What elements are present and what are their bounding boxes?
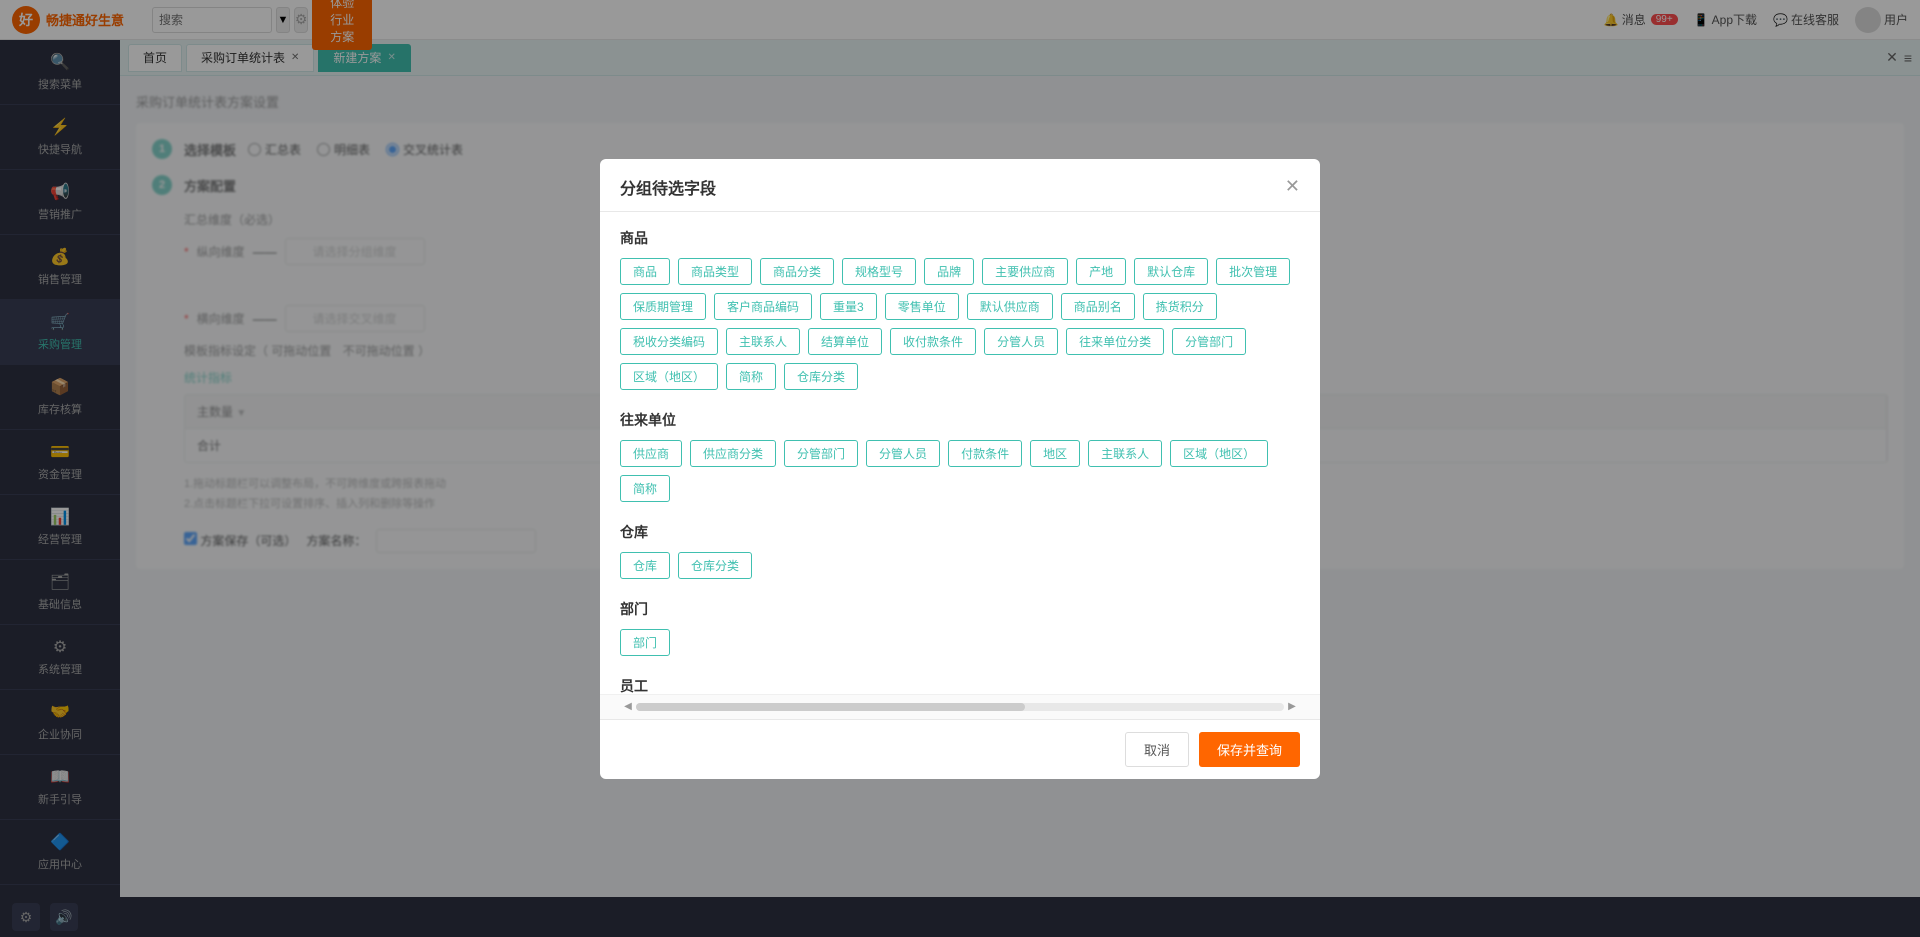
- modal-dialog: 分组待选字段 ✕ 商品商品商品类型商品分类规格型号品牌主要供应商产地默认仓库批次…: [600, 159, 1320, 779]
- field-tag-分管部门[interactable]: 分管部门: [784, 440, 858, 467]
- hscroll-left-arrow[interactable]: ◀: [620, 699, 636, 715]
- field-tag-税收分类编码[interactable]: 税收分类编码: [620, 328, 718, 355]
- section-title-product: 商品: [620, 228, 1300, 248]
- field-tag-供应商[interactable]: 供应商: [620, 440, 682, 467]
- field-tag-供应商分类[interactable]: 供应商分类: [690, 440, 776, 467]
- field-tag-默认仓库[interactable]: 默认仓库: [1134, 258, 1208, 285]
- field-tags-product: 商品商品类型商品分类规格型号品牌主要供应商产地默认仓库批次管理保质期管理客户商品…: [620, 258, 1300, 390]
- field-tag-主联系人[interactable]: 主联系人: [1088, 440, 1162, 467]
- field-section-partner: 往来单位供应商供应商分类分管部门分管人员付款条件地区主联系人区域（地区） 简称: [620, 410, 1300, 502]
- modal-overlay: 分组待选字段 ✕ 商品商品商品类型商品分类规格型号品牌主要供应商产地默认仓库批次…: [0, 0, 1920, 937]
- modal-title: 分组待选字段: [620, 175, 716, 199]
- modal-body[interactable]: 商品商品商品类型商品分类规格型号品牌主要供应商产地默认仓库批次管理保质期管理客户…: [600, 212, 1320, 694]
- field-tag-区域（地区）[interactable]: 区域（地区）: [620, 363, 718, 390]
- modal-close-button[interactable]: ✕: [1285, 176, 1300, 197]
- modal-horizontal-scrollbar[interactable]: ◀ ▶: [600, 694, 1320, 719]
- field-section-department: 部门部门: [620, 599, 1300, 656]
- hscroll-right-arrow[interactable]: ▶: [1284, 699, 1300, 715]
- modal-save-button[interactable]: 保存并查询: [1199, 732, 1300, 767]
- field-tag-客户商品编码[interactable]: 客户商品编码: [714, 293, 812, 320]
- field-tag-零售单位[interactable]: 零售单位: [885, 293, 959, 320]
- modal-header: 分组待选字段 ✕: [600, 159, 1320, 212]
- hscroll-track: [636, 703, 1284, 711]
- section-title-department: 部门: [620, 599, 1300, 619]
- field-tag-拣货积分[interactable]: 拣货积分: [1143, 293, 1217, 320]
- field-tag-往来单位分类[interactable]: 往来单位分类: [1066, 328, 1164, 355]
- field-tag-保质期管理[interactable]: 保质期管理: [620, 293, 706, 320]
- field-tag-商品类型[interactable]: 商品类型: [678, 258, 752, 285]
- modal-footer: 取消 保存并查询: [600, 719, 1320, 779]
- field-tag-简称[interactable]: 简称: [620, 475, 670, 502]
- field-tag-结算单位[interactable]: 结算单位: [808, 328, 882, 355]
- field-tag-产地[interactable]: 产地: [1076, 258, 1126, 285]
- field-tag-商品[interactable]: 商品: [620, 258, 670, 285]
- section-title-partner: 往来单位: [620, 410, 1300, 430]
- field-tag-默认供应商[interactable]: 默认供应商: [967, 293, 1053, 320]
- field-tags-department: 部门: [620, 629, 1300, 656]
- field-tag-重量3[interactable]: 重量3: [820, 293, 877, 320]
- field-tag-批次管理[interactable]: 批次管理: [1216, 258, 1290, 285]
- field-tag-仓库分类[interactable]: 仓库分类: [784, 363, 858, 390]
- field-tag-分管人员[interactable]: 分管人员: [866, 440, 940, 467]
- field-tags-partner: 供应商供应商分类分管部门分管人员付款条件地区主联系人区域（地区） 简称: [620, 440, 1300, 502]
- field-tag-仓库分类[interactable]: 仓库分类: [678, 552, 752, 579]
- field-tag-商品分类[interactable]: 商品分类: [760, 258, 834, 285]
- field-tag-地区[interactable]: 地区: [1030, 440, 1080, 467]
- field-tag-品牌[interactable]: 品牌: [924, 258, 974, 285]
- field-tag-主要供应商[interactable]: 主要供应商: [982, 258, 1068, 285]
- field-section-warehouse: 仓库仓库仓库分类: [620, 522, 1300, 579]
- field-tag-区域（地区）[interactable]: 区域（地区）: [1170, 440, 1268, 467]
- field-section-product: 商品商品商品类型商品分类规格型号品牌主要供应商产地默认仓库批次管理保质期管理客户…: [620, 228, 1300, 390]
- field-tag-简称[interactable]: 简称: [726, 363, 776, 390]
- field-tag-分管人员[interactable]: 分管人员: [984, 328, 1058, 355]
- field-tag-收付款条件[interactable]: 收付款条件: [890, 328, 976, 355]
- section-title-staff: 员工: [620, 676, 1300, 694]
- field-tag-分管部门[interactable]: 分管部门: [1172, 328, 1246, 355]
- section-title-warehouse: 仓库: [620, 522, 1300, 542]
- hscroll-thumb[interactable]: [636, 703, 1025, 711]
- field-tag-商品别名[interactable]: 商品别名: [1061, 293, 1135, 320]
- field-tag-规格型号[interactable]: 规格型号: [842, 258, 916, 285]
- field-tag-主联系人[interactable]: 主联系人: [726, 328, 800, 355]
- field-tag-付款条件[interactable]: 付款条件: [948, 440, 1022, 467]
- field-tag-部门[interactable]: 部门: [620, 629, 670, 656]
- field-tags-warehouse: 仓库仓库分类: [620, 552, 1300, 579]
- field-section-staff: 员工业务员: [620, 676, 1300, 694]
- field-tag-仓库[interactable]: 仓库: [620, 552, 670, 579]
- modal-cancel-button[interactable]: 取消: [1125, 732, 1189, 767]
